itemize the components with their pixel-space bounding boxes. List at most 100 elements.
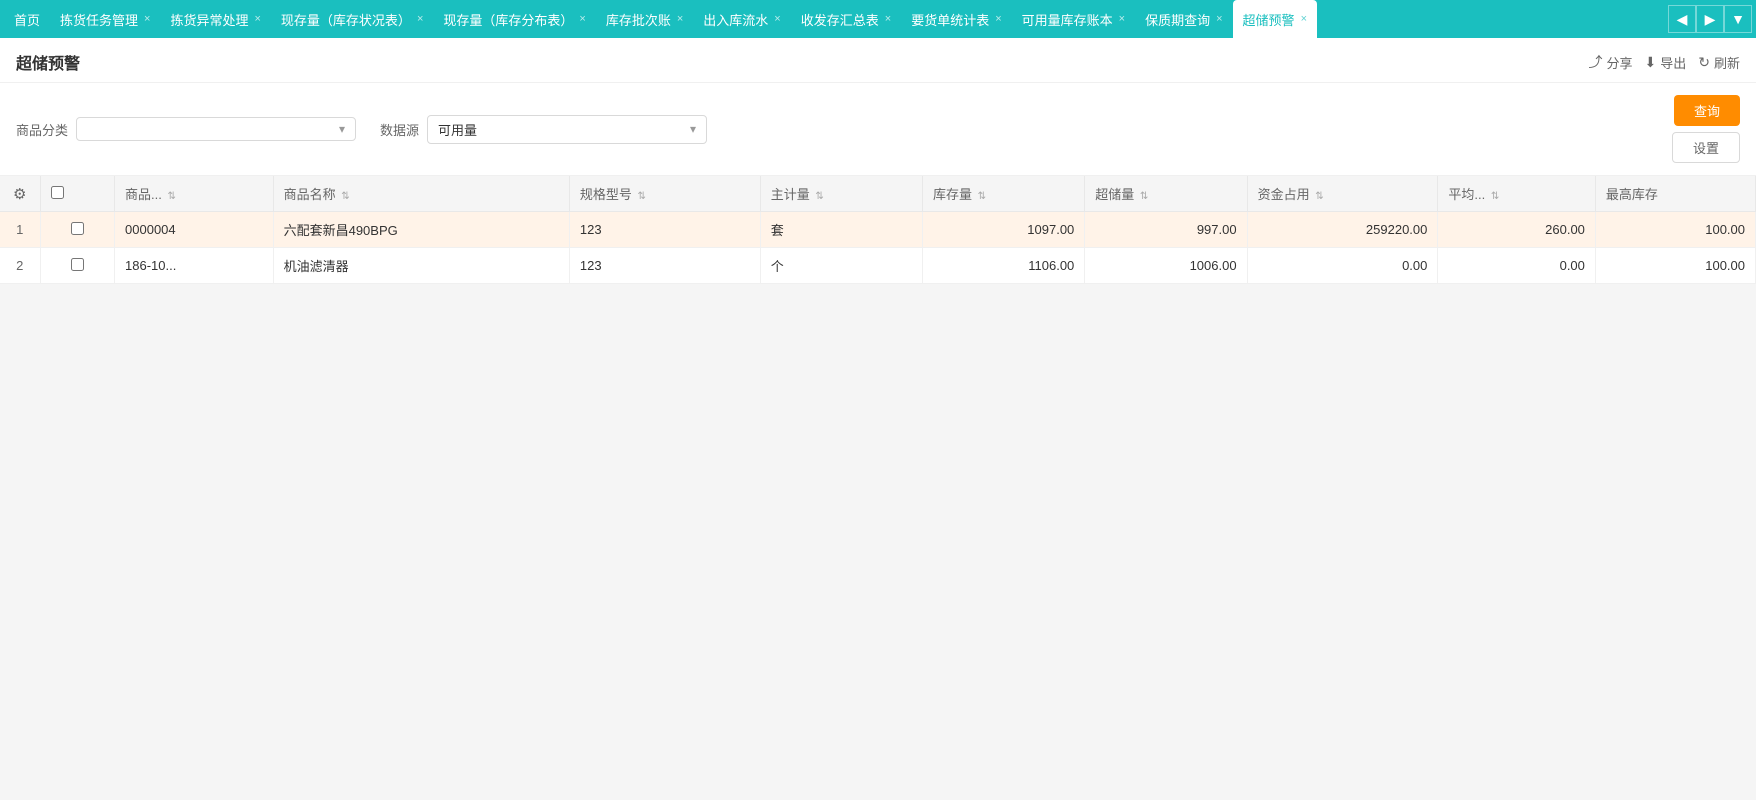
row-product-code-1: 0000004 xyxy=(115,212,274,248)
datasource-value: 可用量 xyxy=(438,120,477,139)
row-spec-1: 123 xyxy=(569,212,760,248)
col-capital[interactable]: 资金占用 ⇅ xyxy=(1247,176,1438,212)
query-button[interactable]: 查询 xyxy=(1674,95,1740,126)
settings-icon[interactable]: ⚙ xyxy=(13,186,26,203)
row-stock-2: 1106.00 xyxy=(922,248,1084,284)
nav-overstock[interactable]: 超储预警 × xyxy=(1233,0,1317,38)
nav-pick-task-close[interactable]: × xyxy=(144,13,150,25)
col-stock-label: 库存量 xyxy=(933,187,972,202)
nav-inventory-status[interactable]: 现存量（库存状况表） × xyxy=(271,0,433,38)
col-stock[interactable]: 库存量 ⇅ xyxy=(922,176,1084,212)
nav-pick-error-label: 拣货异常处理 xyxy=(170,10,248,29)
nav-order-stat[interactable]: 要货单统计表 × xyxy=(901,0,1011,38)
export-btn[interactable]: ⬇ 导出 xyxy=(1645,53,1687,72)
datasource-select[interactable]: 可用量 ▾ xyxy=(427,115,707,144)
share-label: 分享 xyxy=(1606,53,1632,72)
nav-expiry[interactable]: 保质期查询 × xyxy=(1135,0,1232,38)
col-max-stock-label: 最高库存 xyxy=(1606,187,1658,202)
nav-summary[interactable]: 收发存汇总表 × xyxy=(791,0,901,38)
nav-prev-btn[interactable]: ◀ xyxy=(1668,5,1696,33)
category-label: 商品分类 xyxy=(16,120,68,139)
nav-overstock-label: 超储预警 xyxy=(1243,10,1295,29)
table-row: 1 0000004 六配套新昌490BPG 123 套 1097.00 997.… xyxy=(0,212,1756,248)
nav-summary-close[interactable]: × xyxy=(885,13,891,25)
filter-bar: 商品分类 ▾ 数据源 可用量 ▾ 查询 设置 xyxy=(0,83,1756,176)
col-spec-sort: ⇅ xyxy=(638,191,646,202)
nav-inventory-dist[interactable]: 现存量（库存分布表） × xyxy=(433,0,595,38)
col-unit-sort: ⇅ xyxy=(815,191,823,202)
col-overstock-sort: ⇅ xyxy=(1140,191,1148,202)
row-max-stock-1: 100.00 xyxy=(1595,212,1755,248)
refresh-icon: ↻ xyxy=(1698,54,1710,71)
nav-flow-label: 出入库流水 xyxy=(703,10,768,29)
nav-batch[interactable]: 库存批次账 × xyxy=(596,0,693,38)
filter-buttons: 查询 设置 xyxy=(1672,95,1740,163)
refresh-btn[interactable]: ↻ 刷新 xyxy=(1698,53,1740,72)
datasource-label: 数据源 xyxy=(380,120,419,139)
row-overstock-1: 997.00 xyxy=(1085,212,1247,248)
header-actions: ⤴ 分享 ⬇ 导出 ↻ 刷新 xyxy=(1588,52,1740,72)
row-capital-2: 0.00 xyxy=(1247,248,1438,284)
row-index-2: 2 xyxy=(0,248,40,284)
col-checkbox xyxy=(40,176,115,212)
nav-available-close[interactable]: × xyxy=(1119,13,1125,25)
top-nav: 首页 拣货任务管理 × 拣货异常处理 × 现存量（库存状况表） × 现存量（库存… xyxy=(0,0,1756,38)
col-unit-label: 主计量 xyxy=(771,187,810,202)
nav-inventory-status-close[interactable]: × xyxy=(417,13,423,25)
nav-expiry-close[interactable]: × xyxy=(1216,13,1222,25)
export-label: 导出 xyxy=(1660,53,1686,72)
nav-available-label: 可用量库存账本 xyxy=(1022,10,1113,29)
row-checkbox-1[interactable] xyxy=(40,212,115,248)
category-filter-group: 商品分类 ▾ xyxy=(16,117,356,141)
settings-button[interactable]: 设置 xyxy=(1672,132,1740,163)
row-overstock-2: 1006.00 xyxy=(1085,248,1247,284)
col-product-name[interactable]: 商品名称 ⇅ xyxy=(273,176,569,212)
page-header: 超储预警 ⤴ 分享 ⬇ 导出 ↻ 刷新 xyxy=(0,38,1756,83)
col-avg-sort: ⇅ xyxy=(1491,191,1499,202)
nav-overstock-close[interactable]: × xyxy=(1301,13,1307,25)
nav-inventory-dist-label: 现存量（库存分布表） xyxy=(443,10,573,29)
table-container: ⚙ 商品... ⇅ 商品名称 ⇅ 规格型号 ⇅ xyxy=(0,176,1756,284)
nav-batch-close[interactable]: × xyxy=(677,13,683,25)
nav-order-stat-close[interactable]: × xyxy=(995,13,1001,25)
select-all-checkbox[interactable] xyxy=(51,186,64,199)
nav-flow-close[interactable]: × xyxy=(774,13,780,25)
row-product-name-1: 六配套新昌490BPG xyxy=(273,212,569,248)
col-capital-label: 资金占用 xyxy=(1258,187,1310,202)
nav-home-label: 首页 xyxy=(14,10,40,29)
row-capital-1: 259220.00 xyxy=(1247,212,1438,248)
row-product-code-2: 186-10... xyxy=(115,248,274,284)
col-spec[interactable]: 规格型号 ⇅ xyxy=(569,176,760,212)
col-product-code[interactable]: 商品... ⇅ xyxy=(115,176,274,212)
datasource-filter-group: 数据源 可用量 ▾ xyxy=(380,115,707,144)
page-title: 超储预警 xyxy=(16,50,80,74)
nav-inventory-dist-close[interactable]: × xyxy=(579,13,585,25)
share-btn[interactable]: ⤴ 分享 xyxy=(1588,52,1632,72)
nav-pick-task[interactable]: 拣货任务管理 × xyxy=(50,0,160,38)
col-spec-label: 规格型号 xyxy=(580,187,632,202)
col-overstock[interactable]: 超储量 ⇅ xyxy=(1085,176,1247,212)
row-unit-2: 个 xyxy=(760,248,922,284)
col-settings: ⚙ xyxy=(0,176,40,212)
nav-flow[interactable]: 出入库流水 × xyxy=(693,0,790,38)
row-product-name-2: 机油滤清器 xyxy=(273,248,569,284)
category-select[interactable]: ▾ xyxy=(76,117,356,141)
col-unit[interactable]: 主计量 ⇅ xyxy=(760,176,922,212)
nav-pick-task-label: 拣货任务管理 xyxy=(60,10,138,29)
col-overstock-label: 超储量 xyxy=(1095,187,1134,202)
export-icon: ⬇ xyxy=(1645,54,1657,71)
nav-arrows: ◀ ▶ ▼ xyxy=(1668,5,1752,33)
row-checkbox-2[interactable] xyxy=(40,248,115,284)
nav-menu-btn[interactable]: ▼ xyxy=(1724,5,1752,33)
nav-pick-error[interactable]: 拣货异常处理 × xyxy=(160,0,270,38)
data-table: ⚙ 商品... ⇅ 商品名称 ⇅ 规格型号 ⇅ xyxy=(0,176,1756,284)
col-product-name-label: 商品名称 xyxy=(284,187,336,202)
col-avg[interactable]: 平均... ⇅ xyxy=(1438,176,1596,212)
datasource-select-arrow: ▾ xyxy=(690,122,696,136)
nav-next-btn[interactable]: ▶ xyxy=(1696,5,1724,33)
nav-available[interactable]: 可用量库存账本 × xyxy=(1012,0,1135,38)
nav-pick-error-close[interactable]: × xyxy=(254,13,260,25)
row-spec-2: 123 xyxy=(569,248,760,284)
col-stock-sort: ⇅ xyxy=(978,191,986,202)
nav-home[interactable]: 首页 xyxy=(4,0,50,38)
